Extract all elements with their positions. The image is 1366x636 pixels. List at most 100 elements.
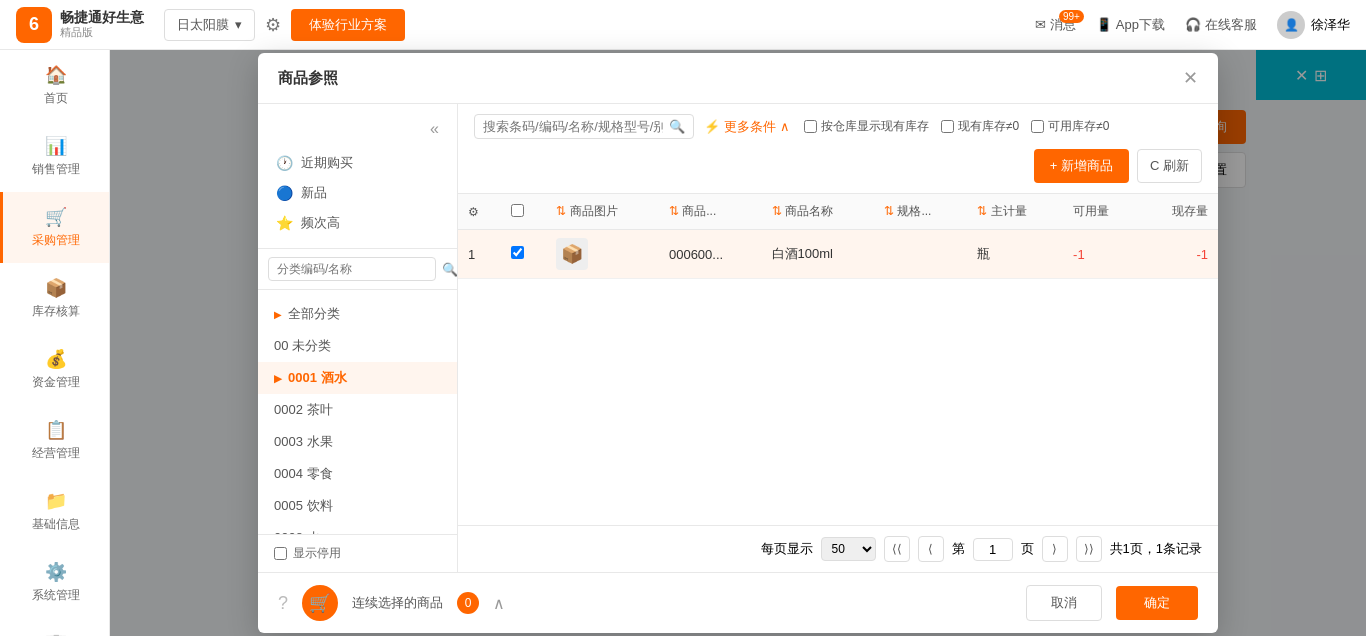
category-search: 🔍	[258, 249, 457, 290]
category-0008[interactable]: 0008 水	[258, 522, 457, 534]
col-image: ⇅ 商品图片	[546, 194, 658, 230]
user-icon: 👤	[1284, 18, 1299, 32]
col-name: ⇅ 商品名称	[762, 194, 875, 230]
confirm-button[interactable]: 确定	[1116, 586, 1198, 620]
help-icon[interactable]: ?	[278, 593, 288, 614]
refresh-button[interactable]: C 刷新	[1137, 149, 1202, 183]
warehouse-checkbox[interactable]	[804, 120, 817, 133]
col-settings[interactable]: ⚙	[458, 194, 501, 230]
add-product-button[interactable]: + 新增商品	[1034, 149, 1129, 183]
filter-more-button[interactable]: ⚡ 更多条件 ∧	[704, 118, 790, 136]
page-number-input[interactable]	[973, 538, 1013, 561]
sales-icon: 📊	[45, 135, 67, 157]
sidebar-item-sales[interactable]: 📊 销售管理	[0, 121, 109, 192]
sidebar-item-inventory[interactable]: 📦 库存核算	[0, 263, 109, 334]
footer-collapse-button[interactable]: ∧	[493, 594, 505, 613]
product-table-wrap: ⚙ ⇅ 商品图片 ⇅ 商品... ⇅ 商品名称 ⇅ 规格... ⇅ 主计量 可用…	[458, 194, 1218, 525]
col-stock: 现存量	[1141, 194, 1218, 230]
category-all[interactable]: ▶ 全部分类	[258, 298, 457, 330]
message-badge: 99+	[1059, 10, 1084, 23]
usable-checkbox[interactable]	[1031, 120, 1044, 133]
category-list: ▶ 全部分类 00 未分类 ▶ 0001 酒水 0002 茶	[258, 290, 457, 534]
logo-text: 畅捷通好生意	[60, 9, 144, 26]
selected-count: 0	[457, 592, 479, 614]
sidebar-item-purchase[interactable]: 🛒 采购管理	[0, 192, 109, 263]
collapse-button[interactable]: «	[422, 114, 447, 144]
next-page-button[interactable]: ⟩	[1042, 536, 1068, 562]
chevron-right-icon-active: ▶	[274, 373, 282, 384]
stock-checkbox[interactable]	[941, 120, 954, 133]
cart-icon: 🛒	[302, 585, 338, 621]
sidebar-item-enterprise[interactable]: 🏢 企业协同	[0, 618, 109, 636]
branch-dropdown[interactable]: 日太阳膜 ▾	[164, 9, 255, 41]
select-all-checkbox[interactable]	[511, 204, 524, 217]
settings-icon[interactable]: ⚙	[265, 14, 281, 36]
modal-overlay: 商品参照 ✕ « 🕐 近期购买	[110, 50, 1366, 636]
basic-info-icon: 📁	[45, 490, 67, 512]
quick-filter-recent[interactable]: 🕐 近期购买	[268, 148, 447, 178]
check-stock-ne0[interactable]: 现有库存≠0	[941, 118, 1019, 135]
headset-icon: 🎧	[1185, 17, 1201, 32]
sidebar-item-operation[interactable]: 📋 经营管理	[0, 405, 109, 476]
search-icon[interactable]: 🔍	[442, 262, 458, 277]
star-icon: ⭐	[276, 215, 293, 231]
modal-footer: ? 🛒 连续选择的商品 0 ∧ 取消 确定	[258, 572, 1218, 633]
category-0002[interactable]: 0002 茶叶	[258, 394, 457, 426]
filter-bar: 🔍 ⚡ 更多条件 ∧ 按仓库显示现有库存	[458, 104, 1218, 194]
product-search-input[interactable]	[483, 119, 663, 134]
cell-checkbox	[501, 230, 547, 279]
col-spec: ⇅ 规格...	[874, 194, 967, 230]
app-download-button[interactable]: 📱 App下载	[1096, 16, 1165, 34]
content-area: ✕ ⊞ 查询 设置 商品参照 ✕	[110, 50, 1366, 636]
sidebar-item-system[interactable]: ⚙️ 系统管理	[0, 547, 109, 618]
modal-header: 商品参照 ✕	[258, 53, 1218, 104]
product-thumbnail: 📦	[556, 238, 588, 270]
check-usable-ne0[interactable]: 可用库存≠0	[1031, 118, 1109, 135]
user-profile[interactable]: 👤 徐泽华	[1277, 11, 1350, 39]
category-0001[interactable]: ▶ 0001 酒水	[258, 362, 457, 394]
system-icon: ⚙️	[45, 561, 67, 583]
home-icon: 🏠	[45, 64, 67, 86]
message-button[interactable]: ✉ 消息 99+	[1035, 16, 1076, 34]
sidebar: 🏠 首页 📊 销售管理 🛒 采购管理 📦 库存核算 💰 资金管理 📋 经营管理 …	[0, 50, 110, 636]
nav-right: ✉ 消息 99+ 📱 App下载 🎧 在线客服 👤 徐泽华	[1035, 11, 1350, 39]
check-by-warehouse[interactable]: 按仓库显示现有库存	[804, 118, 929, 135]
message-icon: ✉	[1035, 17, 1046, 32]
cancel-button[interactable]: 取消	[1026, 585, 1102, 621]
col-checkbox	[501, 194, 547, 230]
service-button[interactable]: 🎧 在线客服	[1185, 16, 1257, 34]
page-size-select[interactable]: 50 10 20 100	[821, 537, 876, 561]
sidebar-item-finance[interactable]: 💰 资金管理	[0, 334, 109, 405]
modal-right-panel: 🔍 ⚡ 更多条件 ∧ 按仓库显示现有库存	[458, 104, 1218, 572]
cell-stock: -1	[1141, 230, 1218, 279]
modal-close-button[interactable]: ✕	[1183, 67, 1198, 89]
purchase-icon: 🛒	[45, 206, 67, 228]
promo-button[interactable]: 体验行业方案	[291, 9, 405, 41]
show-disabled-checkbox[interactable]	[274, 547, 287, 560]
category-search-input[interactable]	[268, 257, 436, 281]
continuous-label: 连续选择的商品	[352, 594, 443, 612]
category-0003[interactable]: 0003 水果	[258, 426, 457, 458]
top-nav: 6 畅捷通好生意 精品版 日太阳膜 ▾ ⚙ 体验行业方案 ✉ 消息 99+ 📱 …	[0, 0, 1366, 50]
category-00[interactable]: 00 未分类	[258, 330, 457, 362]
quick-filter-frequent[interactable]: ⭐ 频次高	[268, 208, 447, 238]
row-checkbox[interactable]	[511, 246, 524, 259]
quick-filter-new[interactable]: 🔵 新品	[268, 178, 447, 208]
cell-unit: 瓶	[967, 230, 1063, 279]
modal-body: « 🕐 近期购买 🔵 新品 ⭐	[258, 104, 1218, 572]
first-page-button[interactable]: ⟨⟨	[884, 536, 910, 562]
inventory-icon: 📦	[45, 277, 67, 299]
category-0005[interactable]: 0005 饮料	[258, 490, 457, 522]
cell-image: 📦	[546, 230, 658, 279]
show-disabled: 显示停用	[258, 534, 457, 572]
prev-page-button[interactable]: ⟨	[918, 536, 944, 562]
modal-left-panel: « 🕐 近期购买 🔵 新品 ⭐	[258, 104, 458, 572]
last-page-button[interactable]: ⟩⟩	[1076, 536, 1102, 562]
col-code: ⇅ 商品...	[659, 194, 762, 230]
search-icon[interactable]: 🔍	[669, 119, 685, 134]
category-0004[interactable]: 0004 零食	[258, 458, 457, 490]
sidebar-item-home[interactable]: 🏠 首页	[0, 50, 109, 121]
finance-icon: 💰	[45, 348, 67, 370]
table-row[interactable]: 1 📦 000600... 白酒100ml 瓶	[458, 230, 1218, 279]
sidebar-item-basic-info[interactable]: 📁 基础信息	[0, 476, 109, 547]
